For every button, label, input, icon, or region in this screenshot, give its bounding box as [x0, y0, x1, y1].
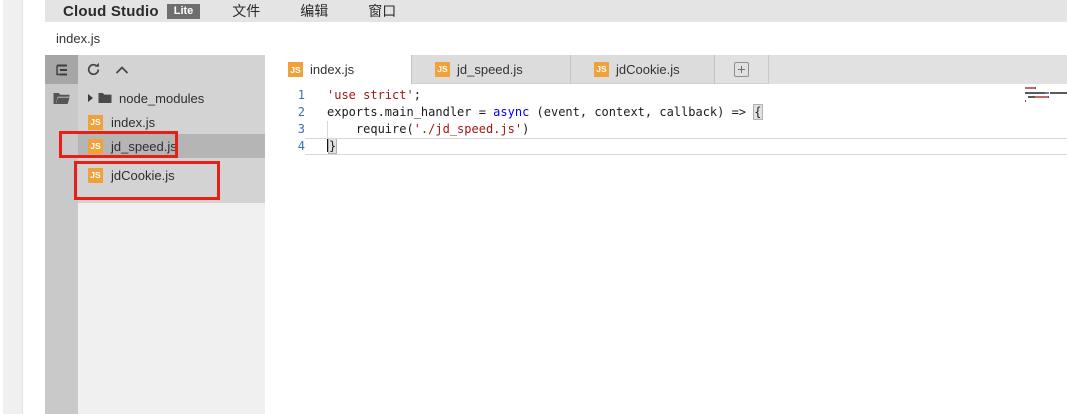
js-file-icon: JS — [88, 168, 103, 183]
explorer-tree-button[interactable] — [45, 55, 78, 84]
tree-item-label: node_modules — [119, 91, 204, 106]
file-tree-surface: node_modules JS index.js JS jd_speed.js JS jdC… — [78, 55, 265, 203]
menu-item-3[interactable]: 窗口 — [368, 1, 396, 21]
tab-label: index.js — [310, 62, 354, 77]
tab-label: jd_speed.js — [457, 62, 523, 77]
js-file-icon: JS — [435, 62, 450, 77]
code-token: { — [753, 104, 762, 120]
open-folder-button[interactable] — [45, 84, 78, 113]
expand-arrow-icon — [88, 94, 93, 102]
cloud-studio-window: Cloud Studio Lite 文件 编辑 窗口 index.js — [0, 0, 1067, 414]
line-number: 3 — [265, 121, 305, 138]
tree-item-node-modules[interactable]: node_modules — [78, 86, 265, 110]
tab-jdcookie-js[interactable]: JS jdCookie.js — [571, 55, 715, 84]
code-token: ; — [414, 88, 421, 102]
code-editor[interactable]: 1'use strict';2exports.main_handler = as… — [265, 84, 1067, 414]
code-token: exports.main_handler = — [327, 105, 493, 119]
code-token: require( — [327, 122, 414, 136]
menu-item-1[interactable]: 文件 — [232, 1, 260, 21]
js-file-icon: JS — [88, 115, 103, 130]
refresh-icon[interactable] — [85, 62, 101, 78]
menu-item-2[interactable]: 编辑 — [300, 1, 328, 21]
code-line-4[interactable]: 4} — [265, 138, 1067, 155]
tab-jd-speed-js[interactable]: JS jd_speed.js — [412, 55, 571, 84]
lite-badge: Lite — [167, 4, 201, 19]
tree-item-jd-speed-js[interactable]: JS jd_speed.js — [78, 134, 265, 158]
left-gutter-strip — [3, 0, 23, 414]
minimap-segment — [1028, 96, 1035, 98]
minimap-segment — [1025, 92, 1045, 94]
menu-bar: 文件 编辑 窗口 — [232, 1, 396, 21]
tree-item-label: index.js — [111, 115, 155, 130]
code-line-1[interactable]: 1'use strict'; — [265, 87, 1067, 104]
breadcrumb: index.js — [45, 22, 1067, 55]
minimap-segment — [1050, 92, 1067, 94]
line-number: 1 — [265, 87, 305, 104]
app-region: Cloud Studio Lite 文件 编辑 窗口 index.js — [45, 0, 1067, 414]
tab-index-js[interactable]: JS index.js — [265, 55, 412, 84]
tree-view-icon — [54, 62, 70, 78]
activity-bar — [45, 55, 78, 414]
editor-group: JSindex.jsJSjd_speed.jsJSjdCookie.js 1'u… — [265, 55, 1067, 414]
minimap-line — [1025, 99, 1067, 103]
folder-icon — [53, 92, 70, 105]
tree-item-label: jd_speed.js — [111, 139, 177, 154]
app-title: Cloud Studio — [63, 3, 159, 20]
minimap-segment — [1035, 87, 1036, 89]
code-line-3[interactable]: 3 require('./jd_speed.js') — [265, 121, 1067, 138]
file-tree: node_modules JS index.js JS jd_speed.js JS jdC… — [78, 84, 265, 187]
minimap[interactable] — [1025, 86, 1067, 108]
js-file-icon: JS — [88, 139, 103, 154]
minimap-segment — [1048, 96, 1049, 98]
code-token: (event, context, callback) => — [529, 105, 753, 119]
code-token: async — [493, 105, 529, 119]
titlebar: Cloud Studio Lite 文件 编辑 窗口 — [45, 0, 1067, 22]
explorer-panel: node_modules JS index.js JS jd_speed.js JS jdC… — [78, 55, 265, 414]
code-token: './jd_speed.js' — [414, 122, 522, 136]
js-file-icon: JS — [594, 62, 609, 77]
code-token: 'use strict' — [327, 88, 414, 102]
line-number: 2 — [265, 104, 305, 121]
tree-toolbar — [78, 55, 265, 84]
code-line-content: 'use strict'; — [305, 87, 421, 104]
code-line-content: require('./jd_speed.js') — [305, 121, 529, 138]
code-line-content: exports.main_handler = async (event, con… — [305, 104, 763, 121]
new-tab-button[interactable] — [715, 55, 769, 84]
minimap-segment — [1025, 87, 1035, 89]
line-number: 4 — [265, 138, 305, 155]
minimap-segment — [1025, 100, 1026, 102]
js-file-icon: JS — [288, 62, 303, 77]
tree-item-label: jdCookie.js — [111, 168, 175, 183]
code-line-2[interactable]: 2exports.main_handler = async (event, co… — [265, 104, 1067, 121]
plus-icon — [734, 62, 749, 77]
tab-bar: JS index.js JS jd_speed.js JS jdCookie.js — [265, 55, 1067, 84]
tree-item-index-js[interactable]: JS index.js — [78, 110, 265, 134]
code-token: } — [328, 138, 337, 154]
tab-label: jdCookie.js — [616, 62, 680, 77]
code-token: ) — [522, 122, 529, 136]
minimap-segment — [1035, 96, 1048, 98]
folder-icon — [98, 92, 112, 104]
collapse-all-icon[interactable] — [114, 62, 130, 78]
code-line-content: } — [305, 138, 337, 155]
main-area: node_modules JS index.js JS jd_speed.js JS jdC… — [45, 55, 1067, 414]
breadcrumb-file: index.js — [56, 31, 100, 46]
tree-item-jdcookie-js[interactable]: JS jdCookie.js — [78, 163, 265, 187]
